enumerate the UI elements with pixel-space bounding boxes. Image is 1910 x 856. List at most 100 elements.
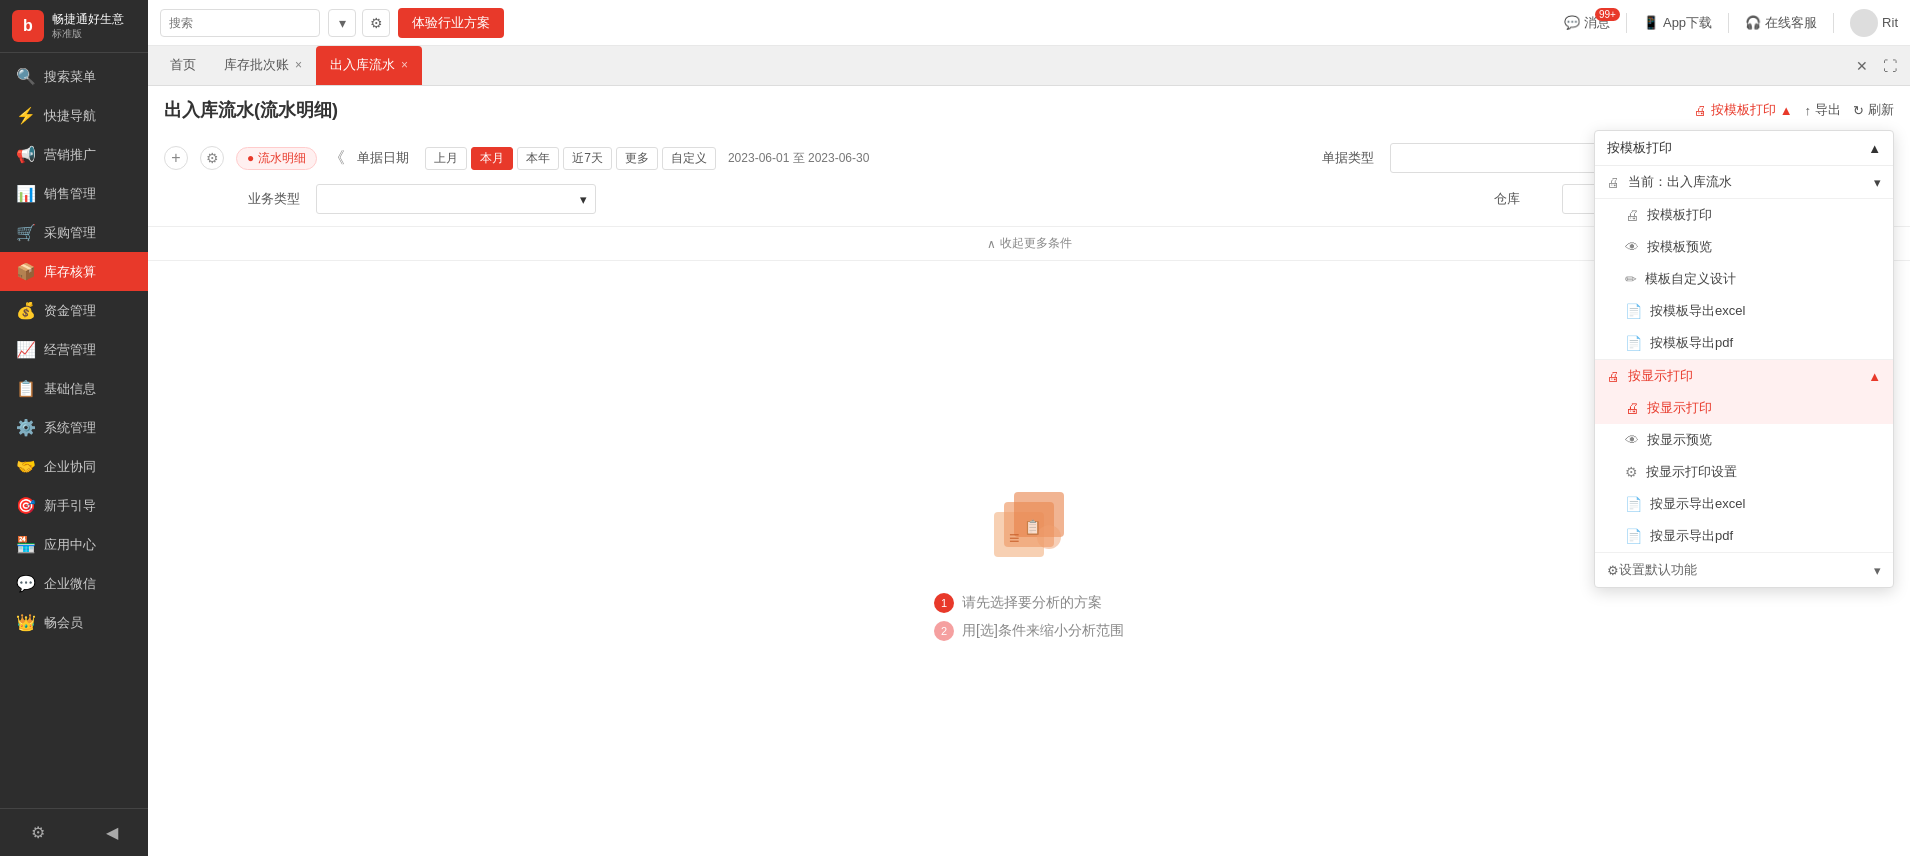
sidebar-item-guide[interactable]: 🎯 新手引导	[0, 486, 148, 525]
online-service-label: 在线客服	[1765, 14, 1817, 32]
sidebar-item-wechat[interactable]: 💬 企业微信	[0, 564, 148, 603]
tab-expand-close[interactable]: ✕	[1850, 54, 1874, 78]
sidebar-item-label: 采购管理	[44, 224, 96, 242]
display-print-header[interactable]: 🖨 按显示打印 ▲	[1595, 360, 1893, 392]
page-title: 出入库流水(流水明细)	[164, 98, 338, 122]
display-print-section: 🖨 按显示打印 ▲ 🖨 按显示打印 👁 按显示预览 ⚙ 按显示打印设置	[1595, 360, 1893, 553]
basic-icon: 📋	[16, 379, 36, 398]
filter-settings-button[interactable]: ⚙	[200, 146, 224, 170]
display-print-section-label: 按显示打印	[1628, 367, 1693, 385]
dropdown-item-label: 按模板打印	[1647, 206, 1712, 224]
operation-icon: 📈	[16, 340, 36, 359]
tab-expand-full[interactable]: ⛶	[1878, 54, 1902, 78]
export-icon: ↑	[1805, 103, 1812, 118]
online-service-button[interactable]: 🎧 在线客服	[1745, 14, 1817, 32]
sidebar-item-corp[interactable]: 🤝 企业协同	[0, 447, 148, 486]
sidebar-item-app-center[interactable]: 🏪 应用中心	[0, 525, 148, 564]
filter-tag-detail[interactable]: ● 流水明细	[236, 147, 317, 170]
dropdown-footer[interactable]: ⚙ 设置默认功能 ▾	[1595, 553, 1893, 587]
sidebar-item-label: 企业微信	[44, 575, 96, 593]
dropdown-header: 按模板打印 ▲	[1595, 131, 1893, 166]
print-dropdown: 按模板打印 ▲ 🖨 当前：出入库流水 ▾ 🖨 按模板打印 👁 按模板预览	[1594, 130, 1894, 588]
default-func-icon: ⚙	[1607, 563, 1619, 578]
collapse-arrow-icon: ∧	[987, 237, 996, 251]
app-download-button[interactable]: 📱 App下载	[1643, 14, 1712, 32]
search-input[interactable]	[160, 9, 320, 37]
settings-button[interactable]: ⚙	[362, 9, 390, 37]
empty-svg: ≡ 📋	[974, 482, 1084, 572]
sidebar-item-label: 系统管理	[44, 419, 96, 437]
dropdown-item-label: 按显示打印	[1647, 399, 1712, 417]
preview-icon-2: 👁	[1625, 432, 1639, 448]
tab-home-label: 首页	[170, 56, 196, 74]
sidebar-item-label: 营销推广	[44, 146, 96, 164]
dropdown-item-display-settings[interactable]: ⚙ 按显示打印设置	[1595, 456, 1893, 488]
chevron-down-icon-3: ▾	[1874, 175, 1881, 190]
refresh-button[interactable]: ↻ 刷新	[1853, 101, 1894, 119]
sidebar-item-quick-nav[interactable]: ⚡ 快捷导航	[0, 96, 148, 135]
sidebar-item-finance[interactable]: 💰 资金管理	[0, 291, 148, 330]
printer-icon-3: 🖨	[1625, 400, 1639, 416]
filter-tag-icon: ●	[247, 151, 254, 165]
main-area: ▾ ⚙ 体验行业方案 💬 消息 99+ 📱 App下载 🎧 在线客服	[148, 0, 1910, 856]
collapse-label: 收起更多条件	[1000, 235, 1072, 252]
tab-batch-close[interactable]: ×	[295, 58, 302, 72]
logo-icon: b	[12, 10, 44, 42]
dropdown-item-display-excel[interactable]: 📄 按显示导出excel	[1595, 488, 1893, 520]
add-filter-button[interactable]: +	[164, 146, 188, 170]
app-name: 畅捷通好生意	[52, 12, 124, 28]
sidebar-item-operation[interactable]: 📈 经营管理	[0, 330, 148, 369]
sidebar-item-label: 基础信息	[44, 380, 96, 398]
date-btn-current-year[interactable]: 本年	[517, 147, 559, 170]
sidebar-item-sales[interactable]: 📊 销售管理	[0, 174, 148, 213]
tab-batch[interactable]: 库存批次账 ×	[210, 46, 316, 85]
date-filter-group: 单据日期 上月 本月 本年 近7天 更多 自定义 2023-06-01 至 20…	[357, 147, 1310, 170]
date-btn-last-month[interactable]: 上月	[425, 147, 467, 170]
dropdown-current-section: 🖨 当前：出入库流水 ▾	[1595, 166, 1893, 199]
user-profile[interactable]: Rit	[1850, 9, 1898, 37]
tab-home[interactable]: 首页	[156, 46, 210, 85]
filter-tag-label: 流水明细	[258, 150, 306, 167]
trial-button[interactable]: 体验行业方案	[398, 8, 504, 38]
print-template-button[interactable]: 🖨 按模板打印 ▲	[1694, 101, 1793, 119]
date-btn-7days[interactable]: 近7天	[563, 147, 612, 170]
dropdown-item-display-preview[interactable]: 👁 按显示预览	[1595, 424, 1893, 456]
filter-collapse-button[interactable]: 《	[329, 148, 345, 169]
sidebar-item-basic[interactable]: 📋 基础信息	[0, 369, 148, 408]
date-range-display: 2023-06-01 至 2023-06-30	[728, 150, 869, 167]
sidebar-item-inventory[interactable]: 📦 库存核算	[0, 252, 148, 291]
sidebar-item-system[interactable]: ⚙️ 系统管理	[0, 408, 148, 447]
sidebar-collapse-button[interactable]: ◀	[100, 817, 124, 848]
search-icon: 🔍	[16, 67, 36, 86]
dropdown-item-display-pdf[interactable]: 📄 按显示导出pdf	[1595, 520, 1893, 552]
date-btn-custom[interactable]: 自定义	[662, 147, 716, 170]
sidebar: b 畅捷通好生意 标准版 🔍 搜索菜单 ⚡ 快捷导航 📢 营销推广 📊 销售管理…	[0, 0, 148, 856]
sidebar-item-label: 销售管理	[44, 185, 96, 203]
dropdown-item-display-print[interactable]: 🖨 按显示打印	[1595, 392, 1893, 424]
dropdown-item-template-preview[interactable]: 👁 按模板预览	[1595, 231, 1893, 263]
step-2-num: 2	[934, 621, 954, 641]
message-button[interactable]: 💬 消息 99+	[1564, 14, 1610, 32]
empty-illustration: ≡ 📋	[969, 477, 1089, 577]
sidebar-item-member[interactable]: 👑 畅会员	[0, 603, 148, 642]
tab-flow[interactable]: 出入库流水 ×	[316, 46, 422, 85]
dropdown-current-item[interactable]: 🖨 当前：出入库流水 ▾	[1595, 166, 1893, 198]
sidebar-item-search[interactable]: 🔍 搜索菜单	[0, 57, 148, 96]
divider2	[1728, 13, 1729, 33]
dropdown-item-template-excel[interactable]: 📄 按模板导出excel	[1595, 295, 1893, 327]
dropdown-item-label: 按显示导出excel	[1650, 495, 1745, 513]
dropdown-arrow-button[interactable]: ▾	[328, 9, 356, 37]
dropdown-item-template-design[interactable]: ✏ 模板自定义设计	[1595, 263, 1893, 295]
dropdown-item-template-print[interactable]: 🖨 按模板打印	[1595, 199, 1893, 231]
dropdown-item-template-pdf[interactable]: 📄 按模板导出pdf	[1595, 327, 1893, 359]
date-btn-current-month[interactable]: 本月	[471, 147, 513, 170]
sidebar-item-purchase[interactable]: 🛒 采购管理	[0, 213, 148, 252]
sidebar-item-marketing[interactable]: 📢 营销推广	[0, 135, 148, 174]
date-btn-more[interactable]: 更多	[616, 147, 658, 170]
tab-flow-close[interactable]: ×	[401, 58, 408, 72]
sidebar-settings-button[interactable]: ⚙	[25, 817, 51, 848]
appcenter-icon: 🏪	[16, 535, 36, 554]
sales-icon: 📊	[16, 184, 36, 203]
export-button[interactable]: ↑ 导出	[1805, 101, 1842, 119]
biz-type-select[interactable]: ▾	[316, 184, 596, 214]
